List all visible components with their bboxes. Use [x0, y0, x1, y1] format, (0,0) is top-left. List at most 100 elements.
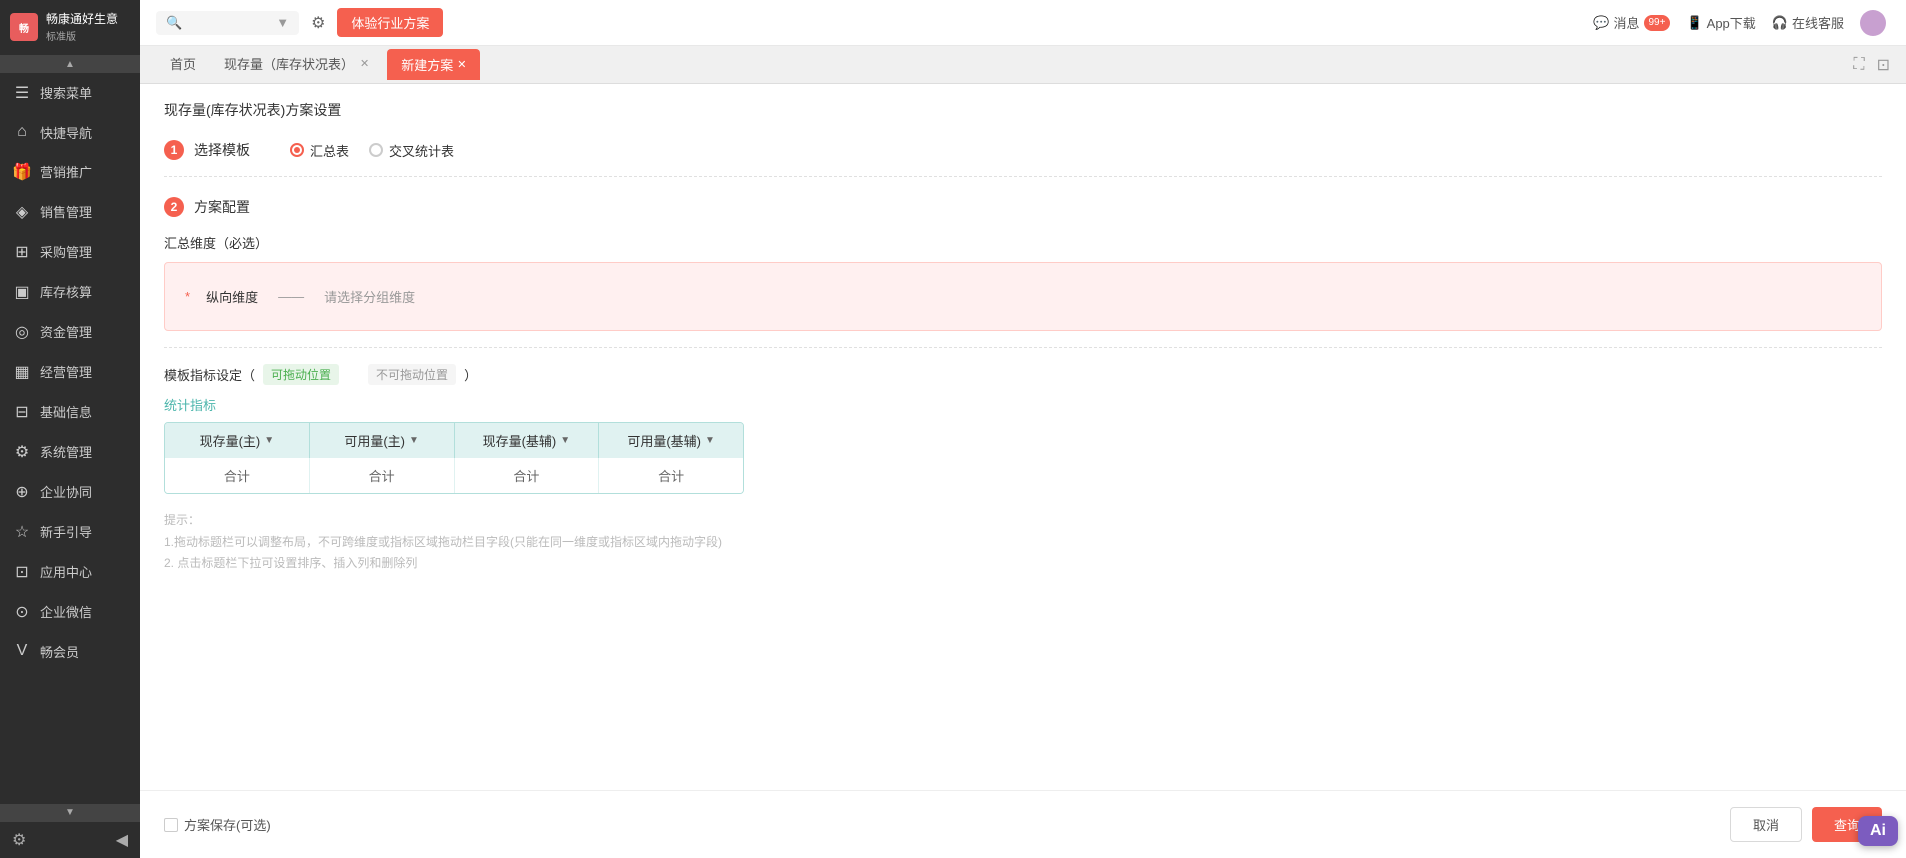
sidebar-item-label: 应用中心 — [40, 562, 92, 581]
stats-table-row: 合计 合计 合计 合计 — [165, 458, 743, 493]
avatar — [1860, 10, 1886, 36]
sidebar-item-inventory[interactable]: ▣ 库存核算 — [0, 272, 140, 312]
tab-home[interactable]: 首页 — [156, 46, 210, 83]
sidebar-item-label: 营销推广 — [40, 162, 92, 181]
cancel-button[interactable]: 取消 — [1730, 807, 1802, 842]
required-mark: * — [185, 289, 190, 304]
tips-item-0: 1.拖动标题栏可以调整布局，不可跨维度或指标区域拖动栏目字段(只能在同一维度或指… — [164, 532, 1882, 554]
sidebar-item-sales[interactable]: ◈ 销售管理 — [0, 192, 140, 232]
online-service-button[interactable]: 🎧 在线客服 — [1772, 13, 1844, 32]
sidebar-item-marketing[interactable]: 🎁 营销推广 — [0, 152, 140, 192]
membership-icon: V — [12, 642, 32, 660]
radio-crosstab[interactable]: 交叉统计表 — [369, 141, 454, 160]
sidebar-item-new-guide[interactable]: ☆ 新手引导 — [0, 512, 140, 552]
sidebar-item-search-menu[interactable]: ☰ 搜索菜单 — [0, 73, 140, 113]
stats-cell-2: 合计 — [455, 458, 600, 493]
dimension-box[interactable]: * 纵向维度 —— 请选择分组维度 — [164, 262, 1882, 331]
stats-col-2-label: 现存量(基辅) — [483, 431, 557, 450]
sidebar-item-system[interactable]: ⚙ 系统管理 — [0, 432, 140, 472]
operations-icon: ▦ — [12, 362, 32, 382]
inventory-icon: ▣ — [12, 282, 32, 302]
save-option-label: 方案保存(可选) — [184, 815, 271, 834]
stats-table: 现存量(主) ▼ 可用量(主) ▼ 现存量(基辅) ▼ 可用量(基辅) — [164, 422, 744, 494]
indicator-settings: 模板指标设定（ 可拖动位置 不可拖动位置 ） 统计指标 现存量(主) ▼ — [164, 364, 1882, 494]
tab-inventory-status-close[interactable]: ✕ — [360, 57, 369, 70]
search-menu-icon: ☰ — [12, 83, 32, 103]
sidebar-footer: ⚙ ◀ — [0, 821, 140, 858]
tab-expand-icon[interactable]: ⛶ — [1853, 56, 1864, 74]
section1-number: 1 — [164, 140, 184, 160]
message-icon: 💬 — [1593, 15, 1609, 31]
indicator-label-sep — [347, 365, 360, 384]
topbar-gear-icon[interactable]: ⚙ — [311, 13, 325, 33]
app-version-badge: 标准版 — [46, 28, 118, 43]
collapse-sidebar-icon[interactable]: ◀ — [116, 830, 128, 850]
message-button[interactable]: 💬 消息 99+ — [1593, 13, 1670, 32]
stats-col-1[interactable]: 可用量(主) ▼ — [310, 423, 455, 458]
indicator-label: 模板指标设定（ 可拖动位置 不可拖动位置 ） — [164, 364, 1882, 385]
stats-section-title: 统计指标 — [164, 395, 1882, 414]
section2-header: 2 方案配置 — [164, 197, 1882, 217]
section1-title: 选择模板 — [194, 140, 250, 160]
new-guide-icon: ☆ — [12, 522, 32, 542]
sidebar-item-app-center[interactable]: ⊡ 应用中心 — [0, 552, 140, 592]
stats-col-2[interactable]: 现存量(基辅) ▼ — [455, 423, 600, 458]
search-dropdown-icon[interactable]: ▼ — [276, 15, 289, 30]
dimension-arrow: —— — [278, 289, 304, 304]
topbar-search-box[interactable]: 🔍 ▼ — [156, 11, 299, 35]
section2-number: 2 — [164, 197, 184, 217]
app-download-button[interactable]: 📱 App下载 — [1686, 13, 1755, 32]
sidebar-item-purchase[interactable]: ⊞ 采购管理 — [0, 232, 140, 272]
app-logo-icon: 畅 — [10, 13, 38, 41]
stats-col-0[interactable]: 现存量(主) ▼ — [165, 423, 310, 458]
sidebar-item-finance[interactable]: ◎ 资金管理 — [0, 312, 140, 352]
page-content: 现存量(库存状况表)方案设置 1 选择模板 汇总表 交叉统计表 — [140, 84, 1906, 790]
headset-icon: 🎧 — [1772, 15, 1788, 31]
settings-icon[interactable]: ⚙ — [12, 830, 26, 850]
section2-title: 方案配置 — [194, 197, 250, 217]
save-checkbox[interactable] — [164, 818, 178, 832]
tab-window-icon[interactable]: ⊡ — [1877, 55, 1890, 75]
tips-title: 提示： — [164, 513, 200, 527]
section-plan-config: 2 方案配置 汇总维度（必选） * 纵向维度 —— 请选择分组维度 模板指标设定… — [164, 197, 1882, 575]
gift-icon: 🎁 — [12, 162, 32, 182]
radio-summary[interactable]: 汇总表 — [290, 141, 349, 160]
sidebar-item-cooperation[interactable]: ⊕ 企业协同 — [0, 472, 140, 512]
stats-cell-0: 合计 — [165, 458, 310, 493]
dimension-row: * 纵向维度 —— 请选择分组维度 — [185, 287, 415, 306]
save-option[interactable]: 方案保存(可选) — [164, 815, 271, 834]
sidebar-item-quick-nav[interactable]: ⌂ 快捷导航 — [0, 113, 140, 152]
sidebar-scroll-down[interactable]: ▼ — [0, 804, 140, 821]
dimension-field-label: 纵向维度 — [206, 287, 258, 306]
sidebar-scroll-up[interactable]: ▲ — [0, 56, 140, 73]
tab-home-label: 首页 — [170, 54, 196, 73]
sidebar-item-label: 搜索菜单 — [40, 83, 92, 102]
app-name: 畅康通好生意 — [46, 12, 118, 28]
tips-item-1: 2. 点击标题栏下拉可设置排序、插入列和删除列 — [164, 553, 1882, 575]
sidebar-item-membership[interactable]: V 畅会员 — [0, 632, 140, 671]
sidebar-item-basic-info[interactable]: ⊟ 基础信息 — [0, 392, 140, 432]
tab-new-plan[interactable]: 新建方案 ✕ — [387, 49, 480, 80]
radio-crosstab-indicator — [369, 143, 383, 157]
stats-col-2-dropdown[interactable]: ▼ — [560, 435, 570, 446]
sidebar-item-wechat[interactable]: ⊙ 企业微信 — [0, 592, 140, 632]
user-menu[interactable] — [1860, 10, 1890, 36]
page-footer: 方案保存(可选) 取消 查询 — [140, 790, 1906, 858]
ai-floating-badge[interactable]: Ai — [1858, 816, 1898, 846]
tab-new-plan-close[interactable]: ✕ — [457, 58, 466, 71]
section1-header: 1 选择模板 汇总表 交叉统计表 — [164, 140, 1882, 160]
tab-inventory-status[interactable]: 现存量（库存状况表） ✕ — [210, 46, 383, 83]
stats-col-3-dropdown[interactable]: ▼ — [705, 435, 715, 446]
purchase-icon: ⊞ — [12, 242, 32, 262]
stats-col-0-dropdown[interactable]: ▼ — [264, 435, 274, 446]
app-center-icon: ⊡ — [12, 562, 32, 582]
message-label: 消息 — [1613, 13, 1639, 32]
trial-industry-button[interactable]: 体验行业方案 — [337, 8, 443, 37]
search-input[interactable] — [188, 16, 268, 30]
stats-col-1-dropdown[interactable]: ▼ — [409, 435, 419, 446]
wechat-icon: ⊙ — [12, 602, 32, 622]
sidebar-item-label: 企业协同 — [40, 482, 92, 501]
stats-col-3[interactable]: 可用量(基辅) ▼ — [599, 423, 743, 458]
sidebar-item-operations[interactable]: ▦ 经营管理 — [0, 352, 140, 392]
tab-new-plan-label: 新建方案 — [401, 55, 453, 74]
